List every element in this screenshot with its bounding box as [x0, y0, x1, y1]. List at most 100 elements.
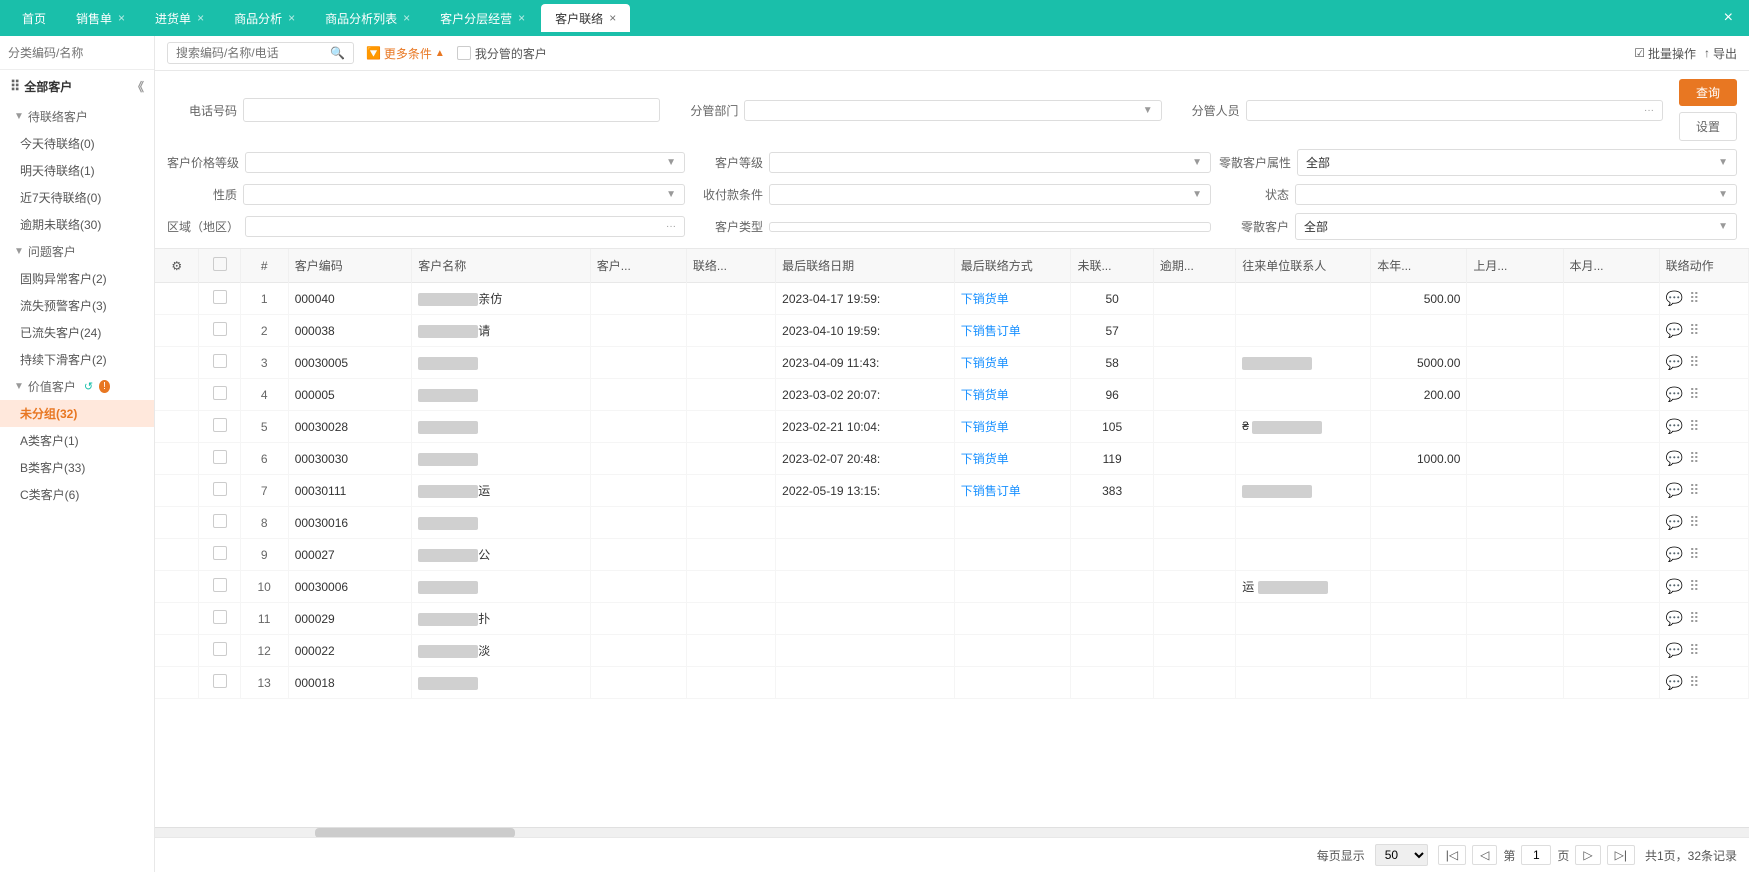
- retail-customer-select[interactable]: 全部 ▼: [1295, 213, 1737, 240]
- chat-icon[interactable]: 💬: [1666, 354, 1683, 371]
- row-checkbox-cell[interactable]: [199, 475, 240, 507]
- my-customers-filter[interactable]: 我分管的客户: [457, 45, 547, 62]
- col-contact-header[interactable]: 联络...: [686, 249, 775, 283]
- sidebar-item-overdue[interactable]: 逾期未联络(30): [0, 211, 154, 238]
- chat-icon[interactable]: 💬: [1666, 290, 1683, 307]
- row-checkbox[interactable]: [213, 386, 227, 400]
- row-checkbox[interactable]: [213, 546, 227, 560]
- menu-icon[interactable]: ⠿: [1689, 450, 1699, 467]
- tab-customer-seg-close[interactable]: ×: [518, 11, 525, 25]
- my-customers-checkbox[interactable]: [457, 46, 471, 60]
- method-link[interactable]: 下销货单: [961, 388, 1009, 402]
- chat-icon[interactable]: 💬: [1666, 418, 1683, 435]
- tab-customer-contact[interactable]: 客户联络 ×: [541, 4, 630, 32]
- staff-select[interactable]: ···: [1246, 100, 1663, 121]
- menu-icon[interactable]: ⠿: [1689, 514, 1699, 531]
- tab-customer-seg[interactable]: 客户分层经营 ×: [426, 4, 539, 32]
- tab-sales-close[interactable]: ×: [118, 11, 125, 25]
- region-select[interactable]: ···: [245, 216, 685, 237]
- chat-icon[interactable]: 💬: [1666, 642, 1683, 659]
- row-checkbox-cell[interactable]: [199, 635, 240, 667]
- status-select[interactable]: ▼: [1295, 184, 1737, 205]
- chat-icon[interactable]: 💬: [1666, 450, 1683, 467]
- row-checkbox[interactable]: [213, 642, 227, 656]
- tab-goods-analysis-close[interactable]: ×: [288, 11, 295, 25]
- sidebar-item-ungroup[interactable]: 未分组(32): [0, 400, 154, 427]
- menu-icon[interactable]: ⠿: [1689, 674, 1699, 691]
- all-customers-header[interactable]: ⠿ 全部客户 《: [0, 70, 154, 103]
- chat-icon[interactable]: 💬: [1666, 578, 1683, 595]
- sidebar-item-abnormal[interactable]: 固购异常客户(2): [0, 265, 154, 292]
- method-link[interactable]: 下销货单: [961, 356, 1009, 370]
- col-partner-header[interactable]: 往来单位联系人: [1236, 249, 1371, 283]
- filter-search-input[interactable]: [176, 46, 326, 60]
- row-checkbox-cell[interactable]: [199, 347, 240, 379]
- method-link[interactable]: 下销货单: [961, 420, 1009, 434]
- property-select[interactable]: ▼: [243, 184, 685, 205]
- query-button[interactable]: 查询: [1679, 79, 1737, 106]
- row-checkbox[interactable]: [213, 578, 227, 592]
- sidebar-item-7days[interactable]: 近7天待联络(0): [0, 184, 154, 211]
- last-page-btn[interactable]: ▷|: [1607, 845, 1635, 865]
- row-checkbox[interactable]: [213, 322, 227, 336]
- prev-page-btn[interactable]: ◁: [1472, 845, 1497, 865]
- chat-icon[interactable]: 💬: [1666, 674, 1683, 691]
- next-page-btn[interactable]: ▷: [1575, 845, 1600, 865]
- row-checkbox-cell[interactable]: [199, 507, 240, 539]
- col-settings[interactable]: ⚙: [155, 249, 199, 283]
- col-nocontact-header[interactable]: 未联...: [1071, 249, 1153, 283]
- menu-icon[interactable]: ⠿: [1689, 386, 1699, 403]
- row-checkbox[interactable]: [213, 418, 227, 432]
- retail-attr-select[interactable]: 全部 ▼: [1297, 149, 1737, 176]
- customer-type-select[interactable]: [769, 222, 1211, 232]
- method-link[interactable]: 下销货单: [961, 452, 1009, 466]
- chat-icon[interactable]: 💬: [1666, 386, 1683, 403]
- menu-icon[interactable]: ⠿: [1689, 418, 1699, 435]
- menu-icon[interactable]: ⠿: [1689, 354, 1699, 371]
- chat-icon[interactable]: 💬: [1666, 610, 1683, 627]
- tab-goods-analysis[interactable]: 商品分析 ×: [220, 4, 309, 32]
- select-all-checkbox[interactable]: [213, 257, 227, 271]
- main-close-button[interactable]: ×: [1716, 9, 1741, 27]
- col-type-header[interactable]: 客户...: [590, 249, 686, 283]
- tab-customer-contact-close[interactable]: ×: [609, 11, 616, 25]
- first-page-btn[interactable]: |◁: [1438, 845, 1466, 865]
- sidebar-item-today[interactable]: 今天待联络(0): [0, 130, 154, 157]
- row-checkbox-cell[interactable]: [199, 379, 240, 411]
- col-method-header[interactable]: 最后联络方式: [954, 249, 1071, 283]
- menu-icon[interactable]: ⠿: [1689, 578, 1699, 595]
- col-lastmonth-header[interactable]: 上月...: [1467, 249, 1563, 283]
- sidebar-item-declining[interactable]: 持续下滑客户(2): [0, 346, 154, 373]
- row-checkbox[interactable]: [213, 514, 227, 528]
- chat-icon[interactable]: 💬: [1666, 514, 1683, 531]
- menu-icon[interactable]: ⠿: [1689, 482, 1699, 499]
- horizontal-scrollbar[interactable]: [155, 827, 1749, 837]
- sidebar-search-input[interactable]: [8, 46, 155, 60]
- more-conditions-btn[interactable]: 🔽 更多条件 ▲: [366, 45, 445, 62]
- group-pending-contact[interactable]: ▼ 待联络客户: [0, 103, 154, 130]
- row-checkbox-cell[interactable]: [199, 667, 240, 699]
- col-overdue-header[interactable]: 逾期...: [1153, 249, 1235, 283]
- price-level-select[interactable]: ▼: [245, 152, 685, 173]
- sidebar-item-churn-warning[interactable]: 流失预警客户(3): [0, 292, 154, 319]
- value-refresh-icon[interactable]: ↺: [84, 380, 93, 393]
- method-link[interactable]: 下销售订单: [961, 324, 1021, 338]
- col-checkbox-header[interactable]: [199, 249, 240, 283]
- row-checkbox-cell[interactable]: [199, 283, 240, 315]
- page-input[interactable]: [1521, 845, 1551, 865]
- tab-goods-list[interactable]: 商品分析列表 ×: [311, 4, 424, 32]
- row-checkbox-cell[interactable]: [199, 539, 240, 571]
- row-checkbox-cell[interactable]: [199, 571, 240, 603]
- tab-sales[interactable]: 销售单 ×: [62, 4, 139, 32]
- col-thismonth-header[interactable]: 本月...: [1563, 249, 1659, 283]
- row-checkbox-cell[interactable]: [199, 411, 240, 443]
- per-page-select[interactable]: 50 20 100: [1375, 844, 1428, 866]
- row-checkbox-cell[interactable]: [199, 315, 240, 347]
- export-btn[interactable]: ↑ 导出: [1704, 45, 1737, 62]
- row-checkbox-cell[interactable]: [199, 443, 240, 475]
- row-checkbox[interactable]: [213, 482, 227, 496]
- menu-icon[interactable]: ⠿: [1689, 322, 1699, 339]
- menu-icon[interactable]: ⠿: [1689, 290, 1699, 307]
- row-checkbox[interactable]: [213, 610, 227, 624]
- group-value-customers[interactable]: ▼ 价值客户 ↺ !: [0, 373, 154, 400]
